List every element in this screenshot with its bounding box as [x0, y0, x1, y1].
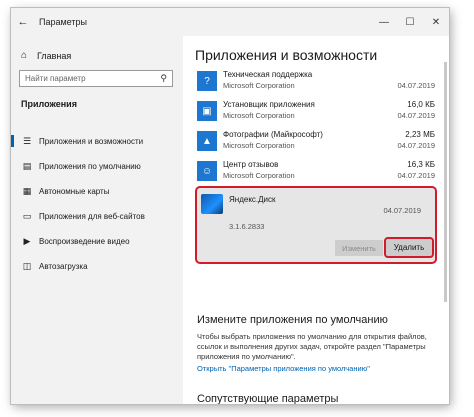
sidebar: ⌂ Главная Найти параметр ⚲ Приложения ☰ … — [11, 36, 183, 404]
app-date: 04.07.2019 — [383, 206, 421, 215]
app-publisher: Microsoft Corporation — [223, 171, 295, 180]
sidebar-item-label: Воспроизведение видео — [39, 236, 130, 246]
sidebar-item-label: Приложения для веб-сайтов — [39, 211, 145, 221]
list-icon: ☰ — [22, 135, 32, 146]
app-name: Установщик приложения — [223, 100, 315, 109]
installer-icon: ▣ — [197, 101, 217, 121]
app-date: 04.07.2019 — [397, 81, 435, 90]
list-item-feedback-hub[interactable]: ☺ Центр отзывов Microsoft Corporation 16… — [197, 158, 435, 186]
related-settings-heading: Сопутствующие параметры — [197, 393, 339, 404]
settings-window: ← Параметры — ☐ ✕ ⌂ Главная Найти параме… — [11, 8, 449, 404]
list-item-app-installer[interactable]: ▣ Установщик приложения Microsoft Corpor… — [197, 98, 435, 126]
video-icon: ▶ — [23, 235, 31, 246]
defaults-heading: Измените приложения по умолчанию — [197, 314, 388, 326]
sidebar-item-apps-for-websites[interactable]: ▭ Приложения для веб-сайтов — [11, 208, 183, 224]
app-size: 16,3 КБ — [407, 160, 435, 169]
home-icon: ⌂ — [21, 50, 28, 61]
page-title: Приложения и возможности — [195, 47, 378, 63]
app-size: 2,23 МБ — [405, 130, 435, 139]
sidebar-item-default-apps[interactable]: ▤ Приложения по умолчанию — [11, 158, 183, 174]
defaults-description: Чтобы выбрать приложения по умолчанию дл… — [197, 332, 427, 361]
photos-icon: ▲ — [197, 131, 217, 151]
list-item-yandex-disk-selected[interactable]: Яндекс.Диск 04.07.2019 3.1.6.2833 Измени… — [195, 186, 437, 264]
website-icon: ▭ — [22, 210, 32, 221]
tech-support-icon: ? — [197, 71, 217, 91]
home-label: Главная — [37, 50, 72, 61]
app-publisher: Microsoft Corporation — [223, 141, 295, 150]
list-item-tech-support[interactable]: ? Техническая поддержка Microsoft Corpor… — [197, 68, 435, 96]
sidebar-item-label: Приложения по умолчанию — [39, 161, 141, 171]
app-name: Яндекс.Диск — [229, 195, 276, 204]
main-content: Приложения и возможности ? Техническая п… — [183, 36, 449, 404]
sidebar-home[interactable]: ⌂ Главная — [21, 50, 71, 61]
app-date: 04.07.2019 — [397, 141, 435, 150]
sidebar-item-label: Автозагрузка — [39, 261, 88, 271]
app-version: 3.1.6.2833 — [229, 222, 265, 231]
search-placeholder: Найти параметр — [25, 74, 86, 83]
search-icon[interactable]: ⚲ — [160, 73, 167, 84]
app-publisher: Microsoft Corporation — [223, 81, 295, 90]
map-icon: ▦ — [22, 185, 32, 196]
app-name: Центр отзывов — [223, 160, 279, 169]
default-apps-settings-link[interactable]: Открыть "Параметры приложения по умолчан… — [197, 364, 370, 373]
sidebar-item-apps-features[interactable]: ☰ Приложения и возможности — [11, 133, 183, 149]
window-title: Параметры — [39, 17, 87, 27]
sidebar-item-label: Автономные карты — [39, 186, 110, 196]
feedback-icon: ☺ — [197, 161, 217, 181]
app-name: Фотографии (Майкрософт) — [223, 130, 323, 139]
app-name: Техническая поддержка — [223, 70, 313, 79]
sidebar-section-title: Приложения — [21, 99, 77, 109]
list-item-photos[interactable]: ▲ Фотографии (Майкрософт) Microsoft Corp… — [197, 128, 435, 156]
close-icon[interactable]: ✕ — [423, 8, 449, 36]
minimize-icon[interactable]: — — [371, 8, 397, 36]
yandex-disk-icon — [201, 194, 223, 214]
sidebar-item-offline-maps[interactable]: ▦ Автономные карты — [11, 183, 183, 199]
app-date: 04.07.2019 — [397, 111, 435, 120]
app-publisher: Microsoft Corporation — [223, 111, 295, 120]
modify-button[interactable]: Изменить — [335, 240, 383, 256]
default-apps-icon: ▤ — [22, 160, 32, 171]
sidebar-item-startup[interactable]: ◫ Автозагрузка — [11, 258, 183, 274]
startup-icon: ◫ — [22, 260, 32, 271]
app-date: 04.07.2019 — [397, 171, 435, 180]
sidebar-item-label: Приложения и возможности — [39, 136, 144, 146]
scrollbar[interactable] — [444, 62, 447, 302]
search-input[interactable]: Найти параметр ⚲ — [19, 70, 173, 87]
back-icon[interactable]: ← — [11, 16, 35, 28]
maximize-icon[interactable]: ☐ — [397, 8, 423, 36]
uninstall-button[interactable]: Удалить — [384, 237, 434, 258]
sidebar-item-video-playback[interactable]: ▶ Воспроизведение видео — [11, 233, 183, 249]
title-bar: ← Параметры — ☐ ✕ — [11, 8, 449, 36]
app-size: 16,0 КБ — [407, 100, 435, 109]
